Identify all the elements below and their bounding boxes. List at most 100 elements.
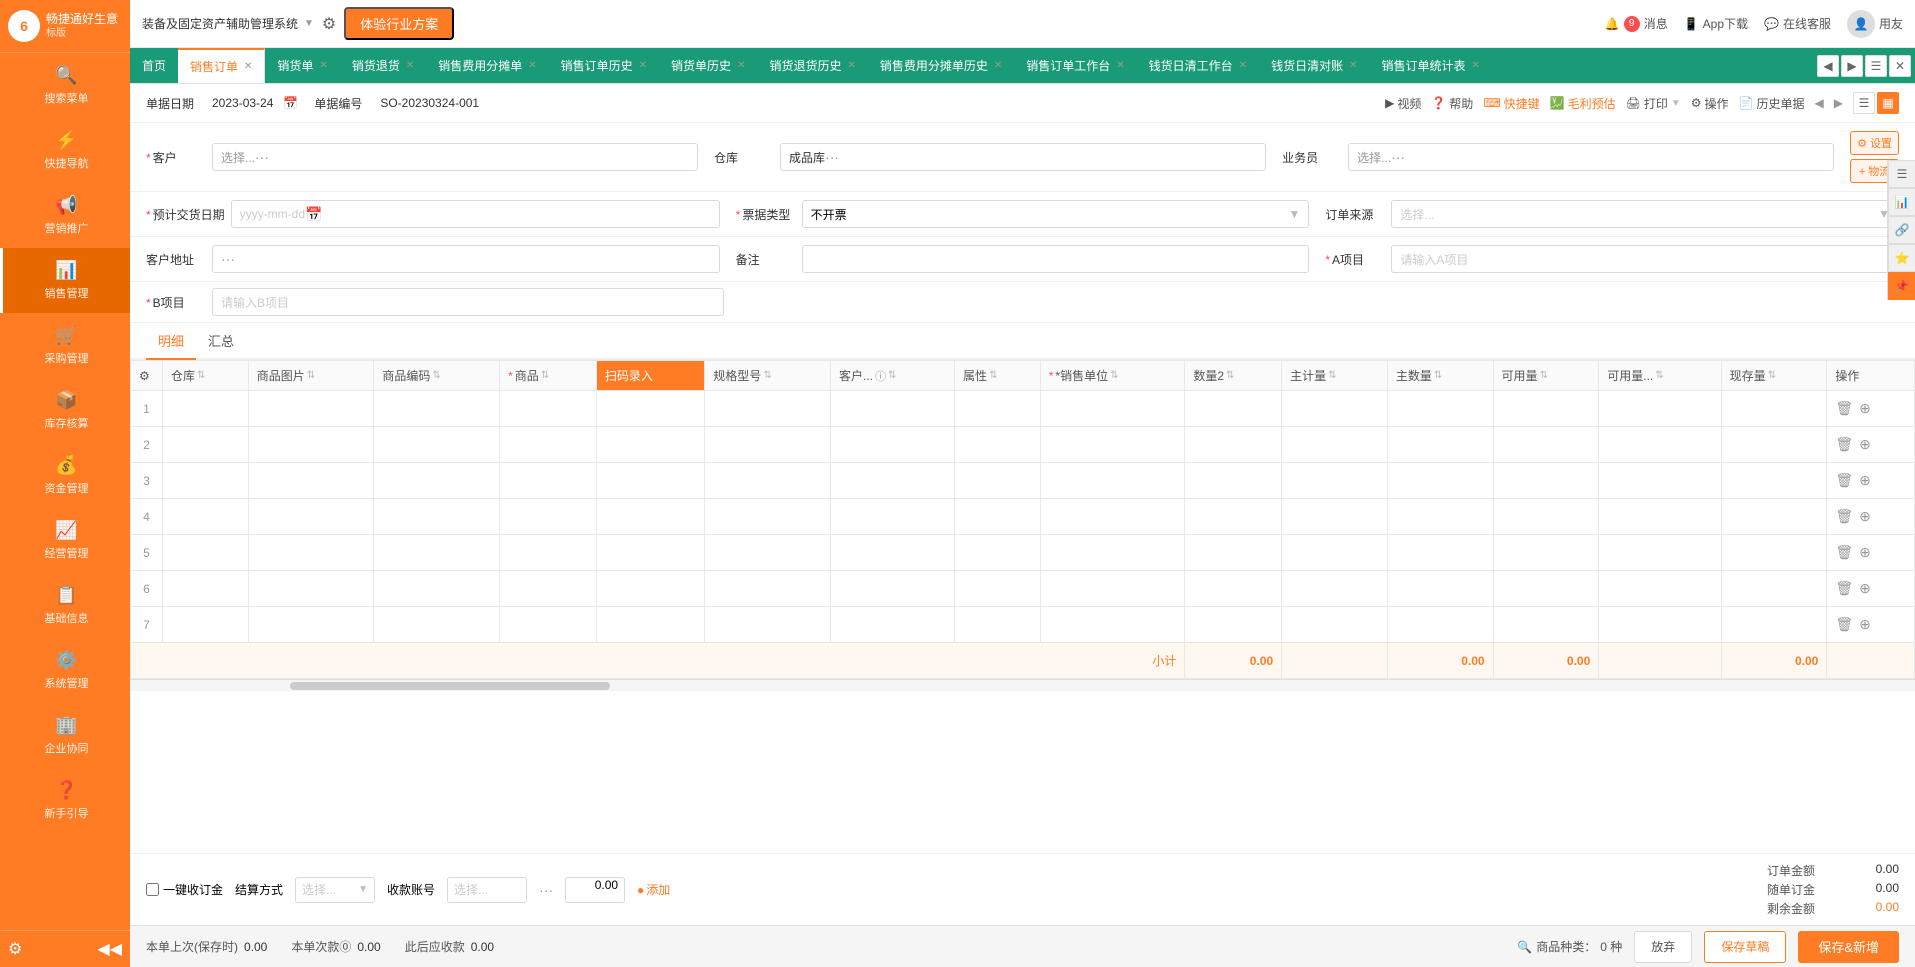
solution-button[interactable]: 体验行业方案 [344, 7, 454, 40]
tab-close-icon[interactable]: ✕ [244, 61, 252, 72]
salesperson-dots-icon[interactable]: ··· [1391, 149, 1405, 165]
settings-bottom-icon[interactable]: ⚙ [8, 939, 22, 959]
tab-close-icon[interactable]: ✕ [847, 60, 855, 71]
sidebar-item-search[interactable]: 🔍 搜索菜单 [0, 53, 130, 118]
operations-action[interactable]: ⚙ 操作 [1691, 95, 1729, 112]
tab-close-icon[interactable]: ✕ [1472, 60, 1480, 71]
delete-icon[interactable]: 🗑 [1835, 616, 1853, 633]
sidebar-item-quicknav[interactable]: ⚡ 快捷导航 [0, 118, 130, 183]
app-download-item[interactable]: 📱 App下载 [1684, 15, 1748, 32]
sort-icon[interactable]: ⇅ [763, 370, 771, 381]
sort-icon[interactable]: ⇅ [1655, 370, 1663, 381]
sort-icon[interactable]: ⇅ [432, 370, 440, 381]
tab-close-icon[interactable]: ✕ [406, 60, 414, 71]
delete-icon[interactable]: 🗑 [1835, 544, 1853, 561]
copy-icon[interactable]: ⊕ [1859, 580, 1871, 597]
scroll-bar-area[interactable] [130, 679, 1915, 691]
settings-button[interactable]: ⚙ 设置 [1850, 131, 1899, 155]
th-settings[interactable]: ⚙ [131, 361, 163, 391]
tab-return-goods-history[interactable]: 销货退货历史 ✕ [757, 48, 867, 84]
one-click-checkbox[interactable]: 一键收订金 [146, 881, 223, 898]
profit-action[interactable]: 💹 毛利预估 [1550, 95, 1616, 112]
tab-return-history[interactable]: 销货单历史 ✕ [659, 48, 757, 84]
delivery-input[interactable]: yyyy-mm-dd 📅 [231, 200, 720, 228]
one-click-checkbox-input[interactable] [146, 883, 159, 896]
tabs-menu-btn[interactable]: ☰ [1865, 55, 1887, 77]
sidebar-item-inventory[interactable]: 📦 库存核算 [0, 378, 130, 443]
sidebar-item-purchase[interactable]: 🛒 采购管理 [0, 313, 130, 378]
calendar-icon[interactable]: 📅 [283, 96, 298, 110]
tabs-next-btn[interactable]: ▶ [1841, 55, 1863, 77]
sort-icon[interactable]: ⇅ [541, 370, 549, 381]
tab-expense-split[interactable]: 销售费用分摊单 ✕ [426, 48, 548, 84]
horizontal-scrollbar[interactable] [290, 682, 610, 690]
sidebar-item-finance[interactable]: 💰 资金管理 [0, 443, 130, 508]
payment-amount[interactable]: 0.00 [565, 877, 625, 903]
tab-return-goods[interactable]: 销货退货 ✕ [340, 48, 426, 84]
float-action-1[interactable]: ☰ [1888, 160, 1915, 188]
project-b-input[interactable]: 请输入B项目 [212, 288, 724, 316]
help-action[interactable]: ❓ 帮助 [1431, 95, 1473, 112]
tab-summary[interactable]: 汇总 [196, 323, 246, 360]
tabs-prev-btn[interactable]: ◀ [1817, 55, 1839, 77]
copy-icon[interactable]: ⊕ [1859, 544, 1871, 561]
delete-icon[interactable]: 🗑 [1835, 580, 1853, 597]
copy-icon[interactable]: ⊕ [1859, 508, 1871, 525]
user-item[interactable]: 👤 用友 [1847, 10, 1903, 38]
sidebar-item-sales[interactable]: 📊 销售管理 [0, 248, 130, 313]
delivery-calendar-icon[interactable]: 📅 [305, 206, 322, 223]
gear-icon[interactable]: ⚙ [322, 14, 336, 34]
tab-sales-return[interactable]: 销货单 ✕ [265, 48, 339, 84]
sidebar-item-system[interactable]: ⚙️ 系统管理 [0, 638, 130, 703]
history-action[interactable]: 📄 历史单据 [1739, 95, 1805, 112]
shortcuts-action[interactable]: ⌨ 快捷键 [1483, 95, 1539, 112]
ticket-select[interactable]: 不开票 ▼ [802, 200, 1310, 228]
copy-icon[interactable]: ⊕ [1859, 472, 1871, 489]
tab-close-icon[interactable]: ✕ [1239, 60, 1247, 71]
copy-icon[interactable]: ⊕ [1859, 400, 1871, 417]
discard-button[interactable]: 放弃 [1634, 931, 1692, 963]
customer-dots-icon[interactable]: ··· [255, 149, 269, 165]
sort-icon[interactable]: ⇅ [1328, 370, 1336, 381]
delete-icon[interactable]: 🗑 [1835, 508, 1853, 525]
tab-close-icon[interactable]: ✕ [1116, 60, 1124, 71]
nav-right-icon[interactable]: ▶ [1834, 96, 1843, 110]
layout-grid-btn[interactable]: ▦ [1877, 92, 1899, 114]
save-draft-button[interactable]: 保存草稿 [1704, 931, 1786, 963]
warehouse-dots-icon[interactable]: ··· [825, 149, 839, 165]
tab-detail[interactable]: 明细 [146, 323, 196, 360]
float-action-2[interactable]: 📊 [1888, 188, 1915, 216]
tab-order-workbench[interactable]: 销售订单工作台 ✕ [1014, 48, 1136, 84]
collapse-icon[interactable]: ◀◀ [97, 939, 122, 959]
tab-close-icon[interactable]: ✕ [319, 60, 327, 71]
order-source-select[interactable]: 选择... ▼ [1391, 200, 1899, 228]
layout-list-btn[interactable]: ☰ [1853, 92, 1875, 114]
tabs-close-btn[interactable]: ✕ [1889, 55, 1911, 77]
project-a-input[interactable]: 请输入A项目 [1391, 245, 1899, 273]
tab-close-icon[interactable]: ✕ [528, 60, 536, 71]
print-action[interactable]: 🖨 打印 ▼ [1626, 95, 1681, 112]
tab-cash-workbench[interactable]: 钱货日清工作台 ✕ [1137, 48, 1259, 84]
tab-close-icon[interactable]: ✕ [639, 60, 647, 71]
method-select[interactable]: 选择... ▼ [295, 877, 375, 903]
salesperson-input[interactable]: 选择... ··· [1348, 143, 1834, 171]
copy-icon[interactable]: ⊕ [1859, 436, 1871, 453]
address-input[interactable]: ··· [212, 245, 720, 273]
tab-expense-split-history[interactable]: 销售费用分摊单历史 ✕ [868, 48, 1014, 84]
tab-close-icon[interactable]: ✕ [994, 60, 1002, 71]
warehouse-input[interactable]: 成品库 ··· [780, 143, 1266, 171]
float-action-5[interactable]: 📌 [1888, 272, 1915, 300]
th-scan[interactable]: 扫码录入 [596, 361, 704, 391]
copy-icon[interactable]: ⊕ [1859, 616, 1871, 633]
table-settings-icon[interactable]: ⚙ [139, 369, 150, 383]
delete-icon[interactable]: 🗑 [1835, 436, 1853, 453]
delete-icon[interactable]: 🗑 [1835, 400, 1853, 417]
save-new-button[interactable]: 保存&新增 [1798, 931, 1899, 963]
view-action[interactable]: ▶ 视频 [1385, 95, 1421, 112]
tab-sales-stats[interactable]: 销售订单统计表 ✕ [1369, 48, 1491, 84]
sidebar-item-base[interactable]: 📋 基础信息 [0, 573, 130, 638]
sidebar-item-guide[interactable]: ❓ 新手引导 [0, 768, 130, 833]
sidebar-item-enterprise[interactable]: 🏢 企业协同 [0, 703, 130, 768]
sort-icon[interactable]: ⇅ [1226, 370, 1234, 381]
tab-order-history[interactable]: 销售订单历史 ✕ [549, 48, 659, 84]
